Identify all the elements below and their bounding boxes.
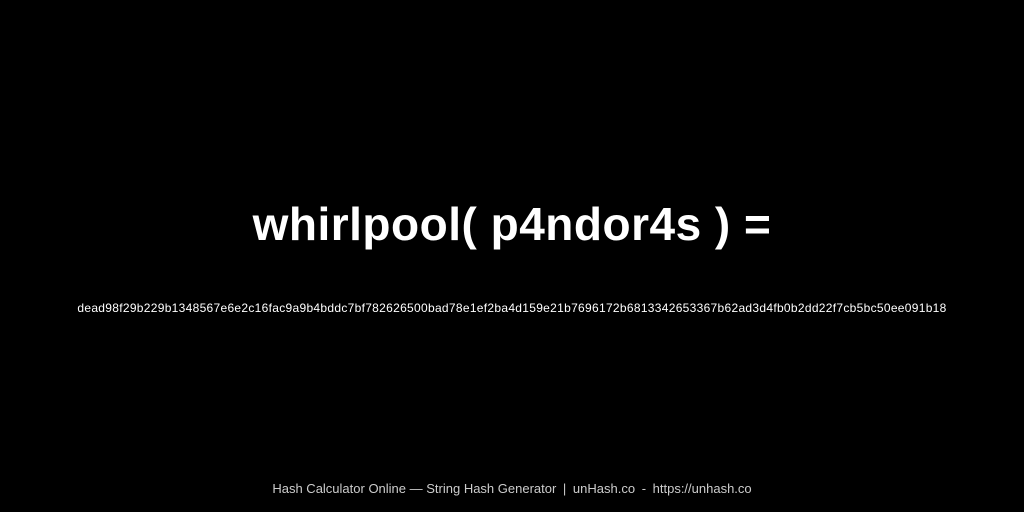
footer-site-link[interactable]: unHash.co bbox=[573, 481, 635, 496]
footer-separator-dash: - bbox=[638, 481, 650, 496]
footer: Hash Calculator Online — String Hash Gen… bbox=[0, 471, 1024, 506]
main-content: whirlpool( p4ndor4s ) = dead98f29b229b13… bbox=[0, 0, 1024, 512]
footer-separator: | bbox=[559, 481, 570, 496]
footer-url-link[interactable]: https://unhash.co bbox=[653, 481, 752, 496]
footer-description: Hash Calculator Online — String Hash Gen… bbox=[272, 481, 556, 496]
hash-output-value: dead98f29b229b1348567e6e2c16fac9a9b4bddc… bbox=[77, 301, 946, 315]
hash-expression-title: whirlpool( p4ndor4s ) = bbox=[253, 197, 772, 251]
